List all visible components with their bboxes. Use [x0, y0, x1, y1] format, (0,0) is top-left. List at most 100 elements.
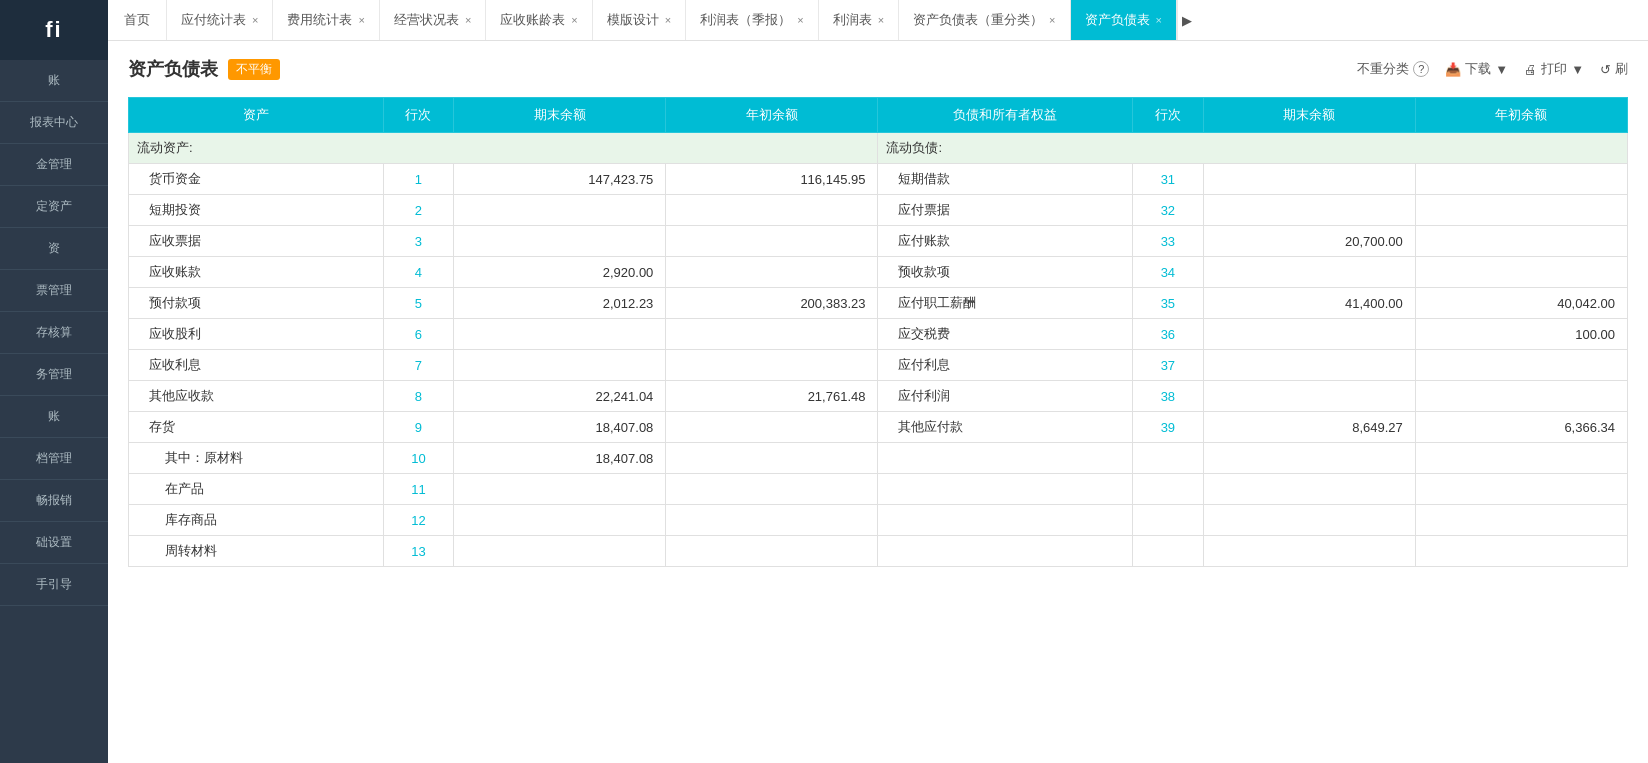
sidebar-item-settings[interactable]: 础设置 [0, 522, 108, 564]
sidebar-item-archive[interactable]: 档管理 [0, 438, 108, 480]
right-begin-balance [1415, 164, 1627, 195]
left-item-label: 应收利息 [129, 350, 384, 381]
page-title-area: 资产负债表 不平衡 [128, 57, 280, 81]
right-end-balance [1203, 195, 1415, 226]
sidebar-item-book[interactable]: 账 [0, 396, 108, 438]
tab-receivable-aging[interactable]: 应收账龄表 × [486, 0, 592, 40]
download-button[interactable]: 📥 下载 ▼ [1445, 60, 1508, 78]
tab-close-expense[interactable]: × [358, 14, 364, 26]
print-icon: 🖨 [1524, 62, 1537, 77]
right-item-label: 应付利息 [878, 350, 1133, 381]
right-begin-balance: 40,042.00 [1415, 288, 1627, 319]
sidebar-item-assets[interactable]: 定资产 [0, 186, 108, 228]
col-row-num-right: 行次 [1133, 98, 1204, 133]
sidebar-item-fund[interactable]: 金管理 [0, 144, 108, 186]
table-row: 应收股利 6 应交税费 36 100.00 [129, 319, 1628, 350]
tab-close-balance-r[interactable]: × [1049, 14, 1055, 26]
right-end-balance [1203, 536, 1415, 567]
tab-expense-stats[interactable]: 费用统计表 × [273, 0, 379, 40]
tab-close-operation[interactable]: × [465, 14, 471, 26]
section-right-label: 流动负债: [878, 133, 1628, 164]
page-title: 资产负债表 [128, 57, 218, 81]
tab-close-template[interactable]: × [665, 14, 671, 26]
tab-scroll-right[interactable]: ▶ [1177, 0, 1197, 40]
right-begin-balance [1415, 257, 1627, 288]
left-end-balance [454, 505, 666, 536]
left-item-label: 应收票据 [129, 226, 384, 257]
table-row: 预付款项 5 2,012.23 200,383.23 应付职工薪酬 35 41,… [129, 288, 1628, 319]
right-end-balance [1203, 350, 1415, 381]
refresh-button[interactable]: ↺ 刷 [1600, 60, 1628, 78]
left-begin-balance [666, 536, 878, 567]
tab-balance[interactable]: 资产负债表 × [1071, 0, 1177, 40]
sidebar-item-tax[interactable]: 务管理 [0, 354, 108, 396]
print-button[interactable]: 🖨 打印 ▼ [1524, 60, 1584, 78]
left-begin-balance: 116,145.95 [666, 164, 878, 195]
right-end-balance: 41,400.00 [1203, 288, 1415, 319]
left-item-label: 应收账款 [129, 257, 384, 288]
table-row: 周转材料 13 [129, 536, 1628, 567]
tab-close-balance[interactable]: × [1156, 14, 1162, 26]
right-row-num: 37 [1133, 350, 1204, 381]
tab-operation[interactable]: 经营状况表 × [380, 0, 486, 40]
tab-close-receivable[interactable]: × [571, 14, 577, 26]
no-reclassify[interactable]: 不重分类 ? [1357, 60, 1429, 78]
help-icon[interactable]: ? [1413, 61, 1429, 77]
tab-profit[interactable]: 利润表 × [819, 0, 899, 40]
col-assets: 资产 [129, 98, 384, 133]
right-item-label: 应付职工薪酬 [878, 288, 1133, 319]
tab-close-profit-q[interactable]: × [797, 14, 803, 26]
left-row-num: 11 [383, 474, 454, 505]
tab-close-profit[interactable]: × [878, 14, 884, 26]
tab-bar: 首页 应付统计表 × 费用统计表 × 经营状况表 × 应收账龄表 × 模版设计 … [108, 0, 1648, 41]
table-row: 流动资产: 流动负债: [129, 133, 1628, 164]
tab-template[interactable]: 模版设计 × [593, 0, 686, 40]
right-item-label [878, 536, 1133, 567]
right-begin-balance [1415, 381, 1627, 412]
left-begin-balance [666, 350, 878, 381]
right-begin-balance [1415, 195, 1627, 226]
table-row: 应收账款 4 2,920.00 预收款项 34 [129, 257, 1628, 288]
sidebar-item-invest[interactable]: 资 [0, 228, 108, 270]
left-begin-balance [666, 226, 878, 257]
tab-profit-quarterly[interactable]: 利润表（季报） × [686, 0, 818, 40]
left-begin-balance [666, 443, 878, 474]
right-item-label [878, 443, 1133, 474]
table-row: 其中：原材料 10 18,407.08 [129, 443, 1628, 474]
sidebar-item-stock[interactable]: 存核算 [0, 312, 108, 354]
left-end-balance: 147,423.75 [454, 164, 666, 195]
left-end-balance [454, 536, 666, 567]
left-item-label: 其中：原材料 [129, 443, 384, 474]
left-item-label: 在产品 [129, 474, 384, 505]
left-row-num: 12 [383, 505, 454, 536]
tab-home[interactable]: 首页 [108, 0, 167, 40]
refresh-icon: ↺ [1600, 62, 1611, 77]
right-row-num: 33 [1133, 226, 1204, 257]
sidebar-item-guide[interactable]: 手引导 [0, 564, 108, 606]
page-header: 资产负债表 不平衡 不重分类 ? 📥 下载 ▼ 🖨 打印 [128, 57, 1628, 81]
tab-close-payable[interactable]: × [252, 14, 258, 26]
left-row-num: 1 [383, 164, 454, 195]
right-end-balance [1203, 381, 1415, 412]
tab-balance-reclassify[interactable]: 资产负债表（重分类） × [899, 0, 1070, 40]
chevron-down-icon: ▼ [1495, 62, 1508, 77]
tab-payable-stats[interactable]: 应付统计表 × [167, 0, 273, 40]
col-row-num-left: 行次 [383, 98, 454, 133]
right-row-num: 36 [1133, 319, 1204, 350]
left-row-num: 4 [383, 257, 454, 288]
right-end-balance: 20,700.00 [1203, 226, 1415, 257]
right-row-num [1133, 474, 1204, 505]
left-row-num: 9 [383, 412, 454, 443]
sidebar-item-expense[interactable]: 畅报销 [0, 480, 108, 522]
sidebar-item-reports[interactable]: 报表中心 [0, 102, 108, 144]
toolbar-right: 不重分类 ? 📥 下载 ▼ 🖨 打印 ▼ ↺ 刷 [1357, 60, 1628, 78]
right-end-balance: 8,649.27 [1203, 412, 1415, 443]
sidebar-item-ticket[interactable]: 票管理 [0, 270, 108, 312]
left-begin-balance [666, 474, 878, 505]
sidebar-item-account[interactable]: 账 [0, 60, 108, 102]
left-end-balance: 18,407.08 [454, 443, 666, 474]
right-row-num [1133, 505, 1204, 536]
right-begin-balance [1415, 443, 1627, 474]
left-item-label: 库存商品 [129, 505, 384, 536]
right-item-label: 预收款项 [878, 257, 1133, 288]
